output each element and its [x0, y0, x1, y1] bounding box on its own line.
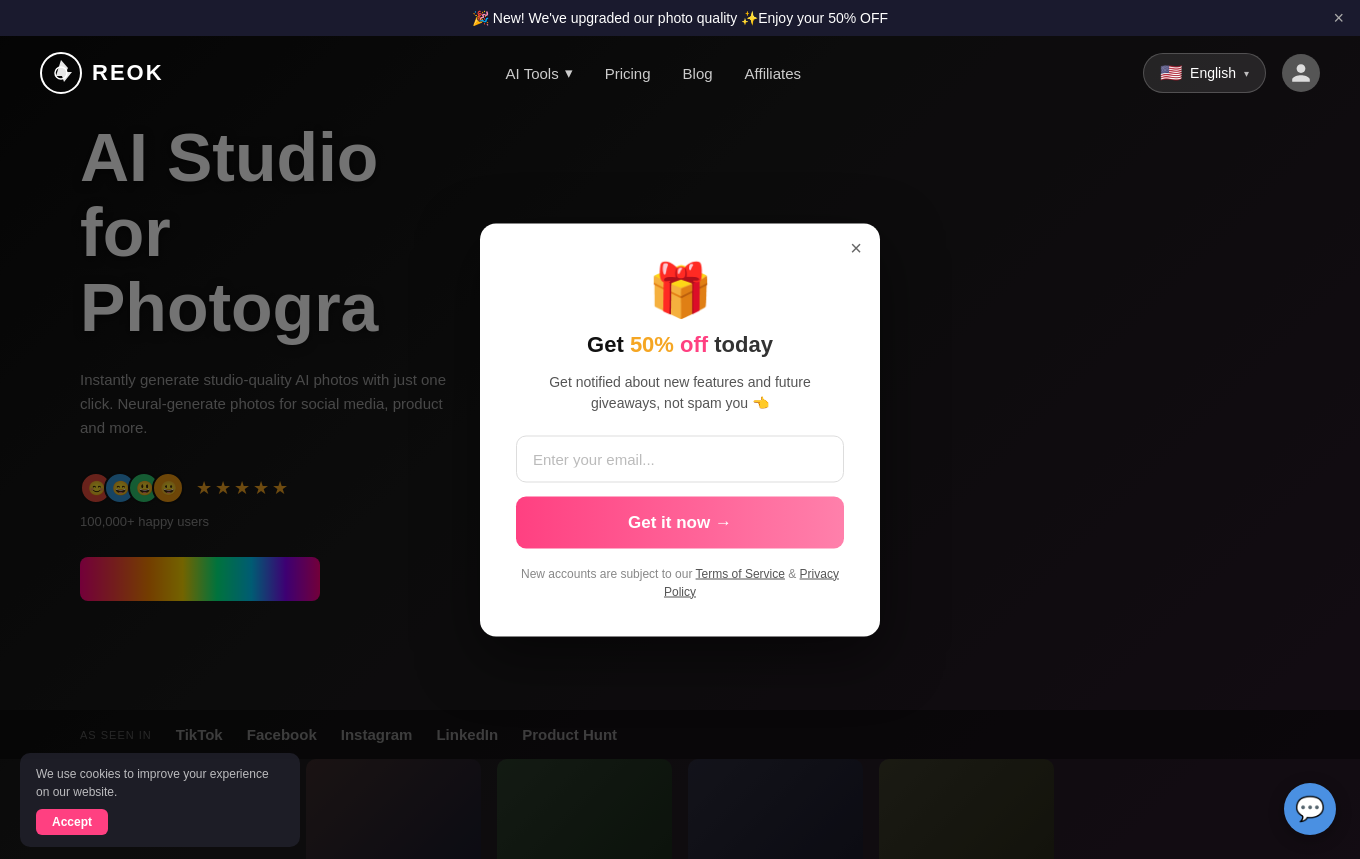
user-icon — [1290, 62, 1312, 84]
language-selector[interactable]: 🇺🇸 English ▾ — [1143, 53, 1266, 93]
announcement-text: 🎉 New! We've upgraded our photo quality … — [472, 10, 888, 26]
modal-terms-text: New accounts are subject to our Terms of… — [516, 564, 844, 600]
language-flag: 🇺🇸 — [1160, 62, 1182, 84]
language-chevron: ▾ — [1244, 68, 1249, 79]
modal-title: Get 50% off today — [516, 331, 844, 357]
cookie-text: We use cookies to improve your experienc… — [36, 767, 269, 799]
announcement-close-button[interactable]: × — [1333, 8, 1344, 29]
ai-tools-label: AI Tools — [506, 65, 559, 82]
affiliates-nav-item[interactable]: Affiliates — [745, 65, 801, 82]
navigation: REOK AI Tools ▾ Pricing Blog Affiliates … — [0, 36, 1360, 110]
modal-title-get: Get — [587, 331, 630, 356]
chat-button[interactable]: 💬 — [1284, 783, 1336, 835]
ai-tools-nav-item[interactable]: AI Tools ▾ — [506, 64, 573, 82]
email-input[interactable] — [516, 435, 844, 482]
blog-nav-item[interactable]: Blog — [683, 65, 713, 82]
language-label: English — [1190, 65, 1236, 81]
modal-title-off: off — [674, 331, 708, 356]
user-avatar-button[interactable] — [1282, 54, 1320, 92]
terms-prefix: New accounts are subject to our — [521, 566, 696, 580]
logo-text: REOK — [92, 60, 164, 86]
modal-gift-icon: 🎁 — [516, 263, 844, 315]
cookie-notice: We use cookies to improve your experienc… — [20, 753, 300, 847]
nav-links: AI Tools ▾ Pricing Blog Affiliates — [506, 64, 801, 82]
get-it-now-button[interactable]: Get it now → — [516, 496, 844, 548]
ai-tools-chevron: ▾ — [565, 64, 573, 82]
chat-icon: 💬 — [1295, 795, 1325, 823]
modal-close-button[interactable]: × — [850, 237, 862, 257]
terms-link[interactable]: Terms of Service — [696, 566, 785, 580]
nav-right: 🇺🇸 English ▾ — [1143, 53, 1320, 93]
modal-title-fifty: 50% — [630, 331, 674, 356]
terms-middle: & — [785, 566, 800, 580]
cookie-accept-button[interactable]: Accept — [36, 809, 108, 835]
email-modal: × 🎁 Get 50% off today Get notified about… — [480, 223, 880, 636]
logo[interactable]: REOK — [40, 52, 164, 94]
modal-title-today: today — [708, 331, 773, 356]
pricing-nav-item[interactable]: Pricing — [605, 65, 651, 82]
logo-icon — [40, 52, 82, 94]
announcement-bar: 🎉 New! We've upgraded our photo quality … — [0, 0, 1360, 36]
modal-description: Get notified about new features and futu… — [516, 371, 844, 413]
